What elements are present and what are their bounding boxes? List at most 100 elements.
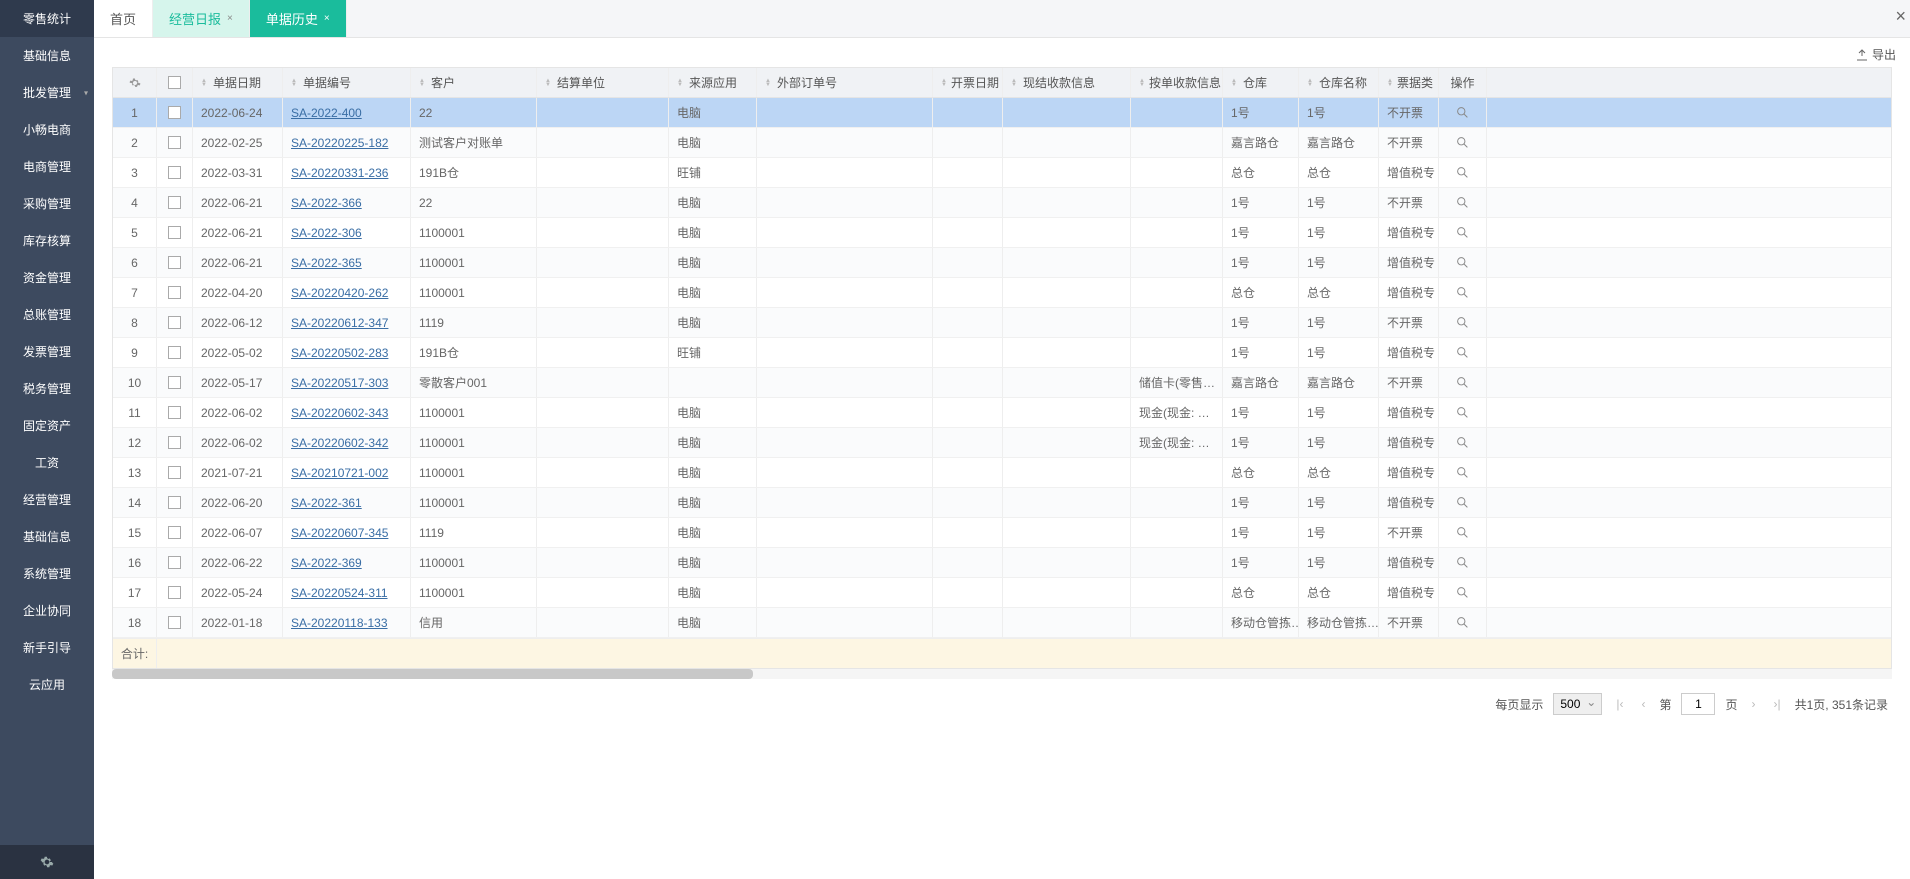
col-header-3[interactable]: ▲▼单据编号 xyxy=(283,68,411,97)
row-checkbox[interactable] xyxy=(168,136,181,149)
table-row[interactable]: 132021-07-21SA-20210721-0021100001电脑总仓总仓… xyxy=(113,458,1891,488)
last-page-button[interactable]: ›| xyxy=(1770,697,1785,711)
table-row[interactable]: 82022-06-12SA-20220612-3471119电脑1号1号不开票 xyxy=(113,308,1891,338)
row-checkbox[interactable] xyxy=(168,376,181,389)
tab-1[interactable]: 经营日报× xyxy=(153,0,250,37)
row-checkbox[interactable] xyxy=(168,466,181,479)
magnifier-icon[interactable] xyxy=(1456,436,1469,449)
sidebar-settings[interactable] xyxy=(0,845,94,879)
table-row[interactable]: 12022-06-24SA-2022-40022电脑1号1号不开票 xyxy=(113,98,1891,128)
doc-no-link[interactable]: SA-20220517-303 xyxy=(291,376,388,390)
col-header-0[interactable] xyxy=(113,68,157,97)
sidebar-item-6[interactable]: 库存核算 xyxy=(0,222,94,259)
sidebar-item-2[interactable]: 批发管理 xyxy=(0,74,94,111)
table-row[interactable]: 32022-03-31SA-20220331-236191B仓旺铺总仓总仓增值税… xyxy=(113,158,1891,188)
doc-no-link[interactable]: SA-20220331-236 xyxy=(291,166,388,180)
row-checkbox[interactable] xyxy=(168,526,181,539)
row-checkbox[interactable] xyxy=(168,226,181,239)
sidebar-item-11[interactable]: 固定资产 xyxy=(0,407,94,444)
col-header-2[interactable]: ▲▼单据日期 xyxy=(193,68,283,97)
sidebar-item-16[interactable]: 企业协同 xyxy=(0,592,94,629)
close-all-tabs-icon[interactable]: × xyxy=(1895,6,1906,27)
doc-no-link[interactable]: SA-20220225-182 xyxy=(291,136,388,150)
magnifier-icon[interactable] xyxy=(1456,496,1469,509)
sidebar-item-17[interactable]: 新手引导 xyxy=(0,629,94,666)
magnifier-icon[interactable] xyxy=(1456,406,1469,419)
doc-no-link[interactable]: SA-2022-369 xyxy=(291,556,362,570)
col-header-12[interactable]: ▲▼仓库名称 xyxy=(1299,68,1379,97)
doc-no-link[interactable]: SA-2022-365 xyxy=(291,256,362,270)
magnifier-icon[interactable] xyxy=(1456,616,1469,629)
magnifier-icon[interactable] xyxy=(1456,586,1469,599)
doc-no-link[interactable]: SA-20220602-342 xyxy=(291,436,388,450)
row-checkbox[interactable] xyxy=(168,346,181,359)
sort-icon[interactable]: ▲▼ xyxy=(1307,79,1315,87)
table-row[interactable]: 182022-01-18SA-20220118-133信用电脑移动仓管拣…移动仓… xyxy=(113,608,1891,638)
table-row[interactable]: 42022-06-21SA-2022-36622电脑1号1号不开票 xyxy=(113,188,1891,218)
col-header-9[interactable]: ▲▼现结收款信息 xyxy=(1003,68,1131,97)
horizontal-scrollbar[interactable] xyxy=(112,669,1892,679)
sort-icon[interactable]: ▲▼ xyxy=(1387,79,1393,87)
sidebar-item-7[interactable]: 资金管理 xyxy=(0,259,94,296)
row-checkbox[interactable] xyxy=(168,106,181,119)
sidebar-item-15[interactable]: 系统管理 xyxy=(0,555,94,592)
col-header-6[interactable]: ▲▼来源应用 xyxy=(669,68,757,97)
doc-no-link[interactable]: SA-20220118-133 xyxy=(291,616,388,630)
sort-icon[interactable]: ▲▼ xyxy=(201,79,209,87)
magnifier-icon[interactable] xyxy=(1456,346,1469,359)
sort-icon[interactable]: ▲▼ xyxy=(545,79,553,87)
table-row[interactable]: 172022-05-24SA-20220524-3111100001电脑总仓总仓… xyxy=(113,578,1891,608)
magnifier-icon[interactable] xyxy=(1456,226,1469,239)
row-checkbox[interactable] xyxy=(168,316,181,329)
first-page-button[interactable]: |‹ xyxy=(1612,697,1627,711)
row-checkbox[interactable] xyxy=(168,556,181,569)
doc-no-link[interactable]: SA-20220612-347 xyxy=(291,316,388,330)
sort-icon[interactable]: ▲▼ xyxy=(941,79,947,87)
magnifier-icon[interactable] xyxy=(1456,316,1469,329)
sidebar-item-9[interactable]: 发票管理 xyxy=(0,333,94,370)
doc-no-link[interactable]: SA-20210721-002 xyxy=(291,466,388,480)
magnifier-icon[interactable] xyxy=(1456,106,1469,119)
table-row[interactable]: 162022-06-22SA-2022-3691100001电脑1号1号增值税专 xyxy=(113,548,1891,578)
sidebar-item-0[interactable]: 零售统计 xyxy=(0,0,94,37)
col-header-8[interactable]: ▲▼开票日期 xyxy=(933,68,1003,97)
sort-icon[interactable]: ▲▼ xyxy=(677,79,685,87)
sort-icon[interactable]: ▲▼ xyxy=(1139,79,1145,87)
row-checkbox[interactable] xyxy=(168,616,181,629)
magnifier-icon[interactable] xyxy=(1456,256,1469,269)
magnifier-icon[interactable] xyxy=(1456,556,1469,569)
per-page-select[interactable]: 500 xyxy=(1553,693,1602,715)
col-header-5[interactable]: ▲▼结算单位 xyxy=(537,68,669,97)
sidebar-item-4[interactable]: 电商管理 xyxy=(0,148,94,185)
sort-icon[interactable]: ▲▼ xyxy=(765,79,773,87)
tab-0[interactable]: 首页 xyxy=(94,0,153,37)
sidebar-item-14[interactable]: 基础信息 xyxy=(0,518,94,555)
col-header-1[interactable] xyxy=(157,68,193,97)
doc-no-link[interactable]: SA-2022-366 xyxy=(291,196,362,210)
sidebar-item-13[interactable]: 经营管理 xyxy=(0,481,94,518)
table-row[interactable]: 72022-04-20SA-20220420-2621100001电脑总仓总仓增… xyxy=(113,278,1891,308)
col-header-14[interactable]: 操作 xyxy=(1439,68,1487,97)
table-row[interactable]: 22022-02-25SA-20220225-182测试客户对账单电脑嘉言路仓嘉… xyxy=(113,128,1891,158)
col-header-13[interactable]: ▲▼票据类 xyxy=(1379,68,1439,97)
doc-no-link[interactable]: SA-20220524-311 xyxy=(291,586,388,600)
table-row[interactable]: 102022-05-17SA-20220517-303零散客户001储值卡(零售… xyxy=(113,368,1891,398)
magnifier-icon[interactable] xyxy=(1456,376,1469,389)
magnifier-icon[interactable] xyxy=(1456,136,1469,149)
table-row[interactable]: 92022-05-02SA-20220502-283191B仓旺铺1号1号增值税… xyxy=(113,338,1891,368)
row-checkbox[interactable] xyxy=(168,286,181,299)
table-row[interactable]: 122022-06-02SA-20220602-3421100001电脑现金(现… xyxy=(113,428,1891,458)
table-row[interactable]: 52022-06-21SA-2022-3061100001电脑1号1号增值税专 xyxy=(113,218,1891,248)
sidebar-item-3[interactable]: 小畅电商 xyxy=(0,111,94,148)
select-all-checkbox[interactable] xyxy=(168,76,181,89)
sort-icon[interactable]: ▲▼ xyxy=(419,79,427,87)
sidebar-item-18[interactable]: 云应用 xyxy=(0,666,94,703)
scrollbar-thumb[interactable] xyxy=(112,669,753,679)
col-header-11[interactable]: ▲▼仓库 xyxy=(1223,68,1299,97)
tab-2[interactable]: 单据历史× xyxy=(250,0,347,37)
magnifier-icon[interactable] xyxy=(1456,466,1469,479)
doc-no-link[interactable]: SA-20220420-262 xyxy=(291,286,388,300)
export-button[interactable]: 导出 xyxy=(1856,46,1896,63)
sort-icon[interactable]: ▲▼ xyxy=(1231,79,1239,87)
sort-icon[interactable]: ▲▼ xyxy=(291,79,299,87)
